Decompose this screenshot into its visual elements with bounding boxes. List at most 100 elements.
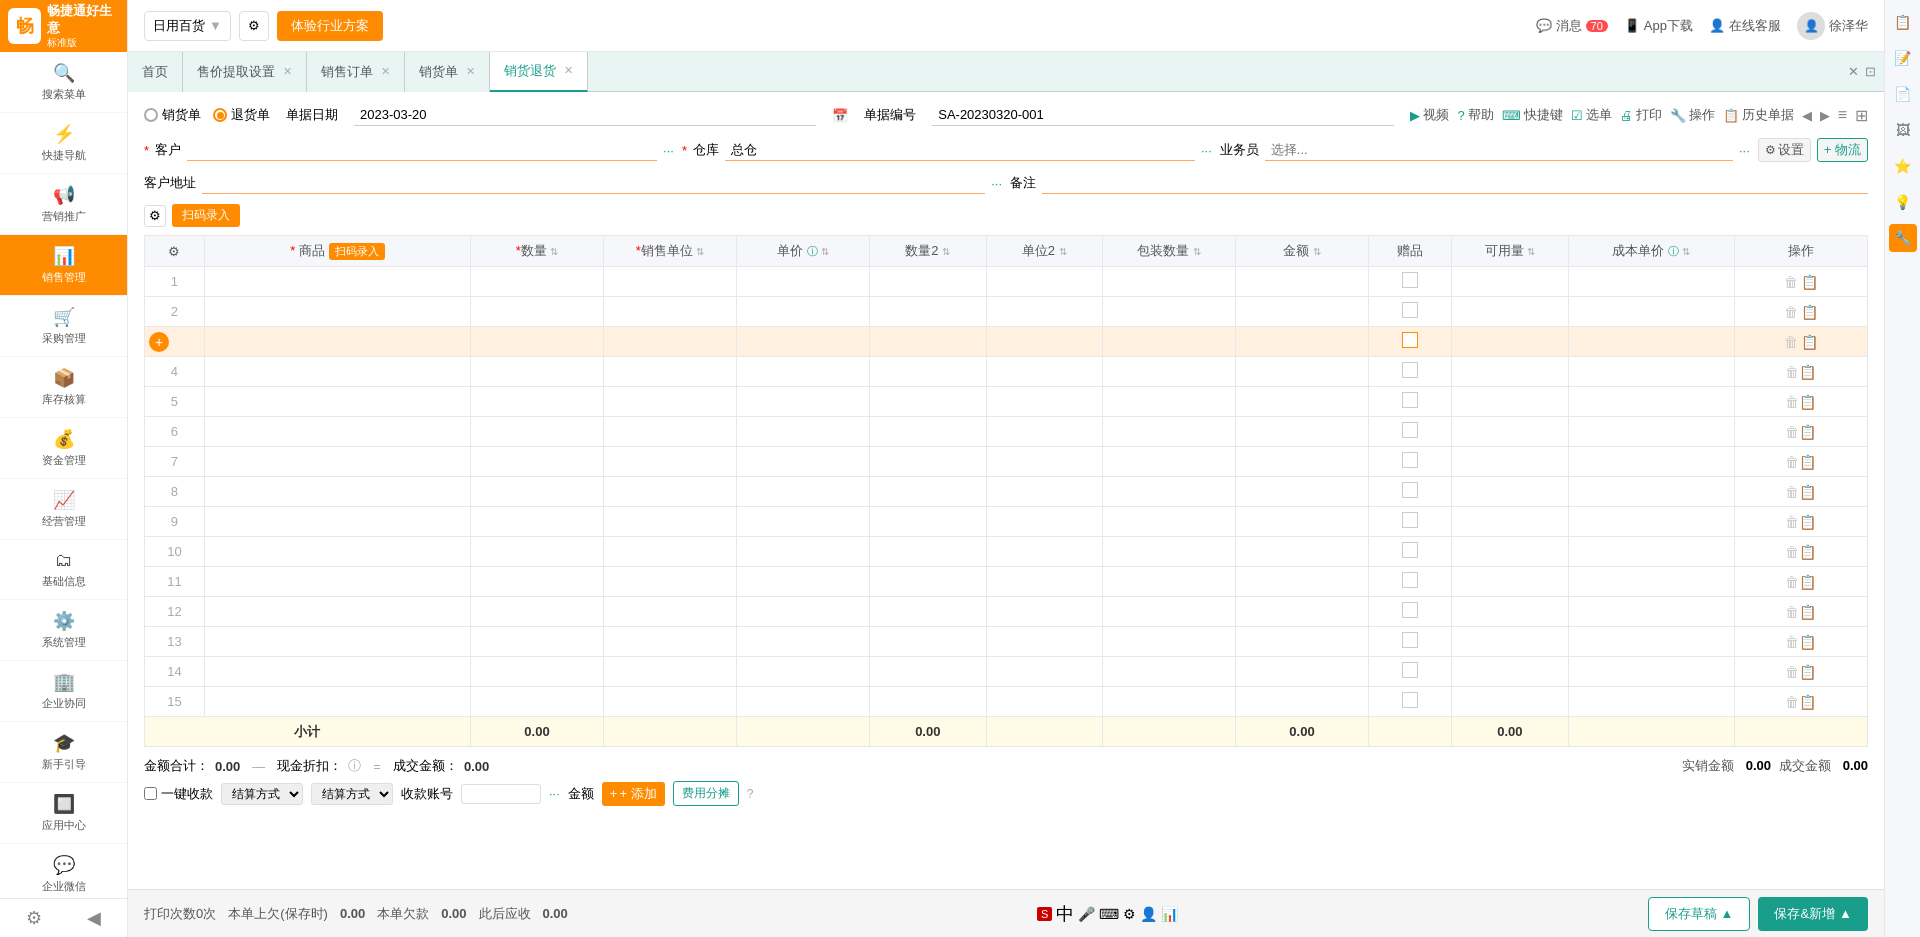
right-panel-btn-6[interactable]: 💡 — [1889, 188, 1917, 216]
cell-qty[interactable] — [470, 267, 603, 297]
account-more-btn[interactable]: ··· — [549, 786, 560, 801]
delete-row-btn[interactable]: 🗑 — [1785, 694, 1799, 710]
cell-product[interactable] — [204, 327, 470, 357]
customer-more-btn[interactable]: ··· — [663, 143, 674, 158]
th-avail[interactable]: 可用量 ⇅ — [1452, 236, 1568, 267]
calc-method-select[interactable]: 结算方式 — [311, 783, 393, 805]
sidebar-item-apps[interactable]: 🔲 应用中心 — [0, 783, 127, 844]
cell-pack[interactable] — [1102, 267, 1235, 297]
copy-row-btn[interactable]: 📋 — [1799, 394, 1816, 410]
cell-qty2[interactable] — [870, 297, 986, 327]
cell-product[interactable] — [204, 267, 470, 297]
scan-btn-th[interactable]: 扫码录入 — [329, 243, 385, 260]
warehouse-input[interactable] — [725, 139, 1195, 161]
cell-avail[interactable] — [1452, 327, 1568, 357]
cell-gift[interactable] — [1369, 297, 1452, 327]
split-btn[interactable]: 费用分摊 — [673, 781, 739, 806]
sidebar-item-purchase[interactable]: 🛒 采购管理 — [0, 296, 127, 357]
th-price[interactable]: 单价 ⓘ ⇅ — [737, 236, 870, 267]
address-more-btn[interactable]: ··· — [991, 176, 1002, 191]
shortcut-btn[interactable]: ⌨快捷键 — [1502, 106, 1563, 124]
add-row-btn[interactable]: + — [149, 332, 169, 352]
cell-unit[interactable] — [604, 327, 737, 357]
tab-close-sales-order[interactable]: ✕ — [381, 65, 390, 78]
delete-row-btn[interactable]: 🗑 — [1785, 604, 1799, 620]
sidebar-item-system[interactable]: ⚙️ 系统管理 — [0, 600, 127, 661]
delete-row-btn[interactable]: 🗑 — [1785, 574, 1799, 590]
cell-gift[interactable] — [1369, 267, 1452, 297]
copy-row-btn[interactable]: 📋 — [1799, 634, 1816, 650]
cell-price[interactable] — [737, 327, 870, 357]
right-panel-btn-3[interactable]: 📄 — [1889, 80, 1917, 108]
sidebar-item-wechat[interactable]: 💬 企业微信 — [0, 844, 127, 898]
cell-unit2[interactable] — [986, 327, 1102, 357]
delete-row-btn[interactable]: 🗑 — [1784, 304, 1798, 320]
message-btn[interactable]: 💬 消息 70 — [1536, 17, 1608, 35]
cell-amount[interactable] — [1235, 267, 1368, 297]
cell-cost[interactable] — [1568, 267, 1734, 297]
online-service-btn[interactable]: 👤 在线客服 — [1709, 17, 1781, 35]
tab-close-sales-return[interactable]: ✕ — [564, 64, 573, 77]
cell-product[interactable] — [204, 297, 470, 327]
tab-price-settings[interactable]: 售价提取设置 ✕ — [183, 52, 307, 92]
copy-row-btn[interactable]: 📋 — [1799, 364, 1816, 380]
th-qty[interactable]: *数量 ⇅ — [470, 236, 603, 267]
cell-pack[interactable] — [1102, 297, 1235, 327]
copy-row-btn[interactable]: 📋 — [1799, 424, 1816, 440]
cell-unit2[interactable] — [986, 267, 1102, 297]
delete-row-btn[interactable]: 🗑 — [1785, 484, 1799, 500]
tab-sales-return[interactable]: 销货退货 ✕ — [490, 52, 588, 92]
onecollect-check[interactable] — [144, 787, 157, 800]
trial-button[interactable]: 体验行业方案 — [277, 11, 383, 41]
th-amount[interactable]: 金额 ⇅ — [1235, 236, 1368, 267]
cell-unit2[interactable] — [986, 297, 1102, 327]
settle-method-select[interactable]: 结算方式 — [221, 783, 303, 805]
copy-row-btn[interactable]: 📋 — [1801, 304, 1818, 320]
cell-qty[interactable] — [470, 327, 603, 357]
delete-row-btn[interactable]: 🗑 — [1785, 664, 1799, 680]
th-unit2[interactable]: 单位2 ⇅ — [986, 236, 1102, 267]
copy-row-btn[interactable]: 📋 — [1801, 334, 1818, 350]
sidebar-item-guide[interactable]: 🎓 新手引导 — [0, 722, 127, 783]
cell-qty2[interactable] — [870, 327, 986, 357]
sidebar-item-search[interactable]: 🔍 搜索菜单 — [0, 52, 127, 113]
delete-row-btn[interactable]: 🗑 — [1785, 544, 1799, 560]
topbar-settings-button[interactable]: ⚙ — [239, 11, 269, 41]
save-draft-button[interactable]: 保存草稿 ▲ — [1648, 897, 1751, 931]
th-pack[interactable]: 包装数量 ⇅ — [1102, 236, 1235, 267]
cell-qty[interactable] — [470, 297, 603, 327]
sidebar-item-inventory[interactable]: 📦 库存核算 — [0, 357, 127, 418]
logistics-btn[interactable]: + 物流 — [1817, 138, 1868, 162]
video-btn[interactable]: ▶视频 — [1410, 106, 1449, 124]
grid-view-btn[interactable]: ⊞ — [1855, 106, 1868, 125]
cell-qty2[interactable] — [870, 267, 986, 297]
scan-input-btn[interactable]: 扫码录入 — [172, 204, 240, 227]
th-product[interactable]: * 商品 扫码录入 — [204, 236, 470, 267]
print-btn[interactable]: 🖨打印 — [1620, 106, 1662, 124]
delete-row-btn[interactable]: 🗑 — [1785, 424, 1799, 440]
select-btn[interactable]: ☑选单 — [1571, 106, 1612, 124]
copy-row-btn[interactable]: 📋 — [1801, 274, 1818, 290]
tab-sales-slip[interactable]: 销货单 ✕ — [405, 52, 490, 92]
cell-price[interactable] — [737, 297, 870, 327]
cell-amount[interactable] — [1235, 297, 1368, 327]
product-input-active[interactable] — [209, 334, 466, 349]
cell-unit[interactable] — [604, 297, 737, 327]
delete-row-btn[interactable]: 🗑 — [1785, 454, 1799, 470]
sidebar-settings-btn[interactable]: ⚙ — [26, 907, 42, 929]
cell-amount[interactable] — [1235, 327, 1368, 357]
radio-sale[interactable]: 销货单 — [144, 106, 201, 124]
help-btn[interactable]: ?帮助 — [1457, 106, 1493, 124]
th-cost[interactable]: 成本单价 ⓘ ⇅ — [1568, 236, 1734, 267]
warehouse-more-btn[interactable]: ··· — [1201, 143, 1212, 158]
operate-btn[interactable]: 🔧操作 — [1670, 106, 1715, 124]
dropdown-arrow[interactable]: ▲ — [1721, 906, 1734, 921]
dropdown-arrow2[interactable]: ▲ — [1839, 906, 1852, 921]
copy-row-btn[interactable]: 📋 — [1799, 604, 1816, 620]
copy-row-btn[interactable]: 📋 — [1799, 664, 1816, 680]
salesperson-input[interactable] — [1265, 139, 1733, 161]
list-view-btn[interactable]: ≡ — [1838, 106, 1847, 124]
copy-row-btn[interactable]: 📋 — [1799, 454, 1816, 470]
number-input[interactable] — [932, 104, 1394, 126]
table-settings-icon[interactable]: ⚙ — [144, 205, 166, 227]
